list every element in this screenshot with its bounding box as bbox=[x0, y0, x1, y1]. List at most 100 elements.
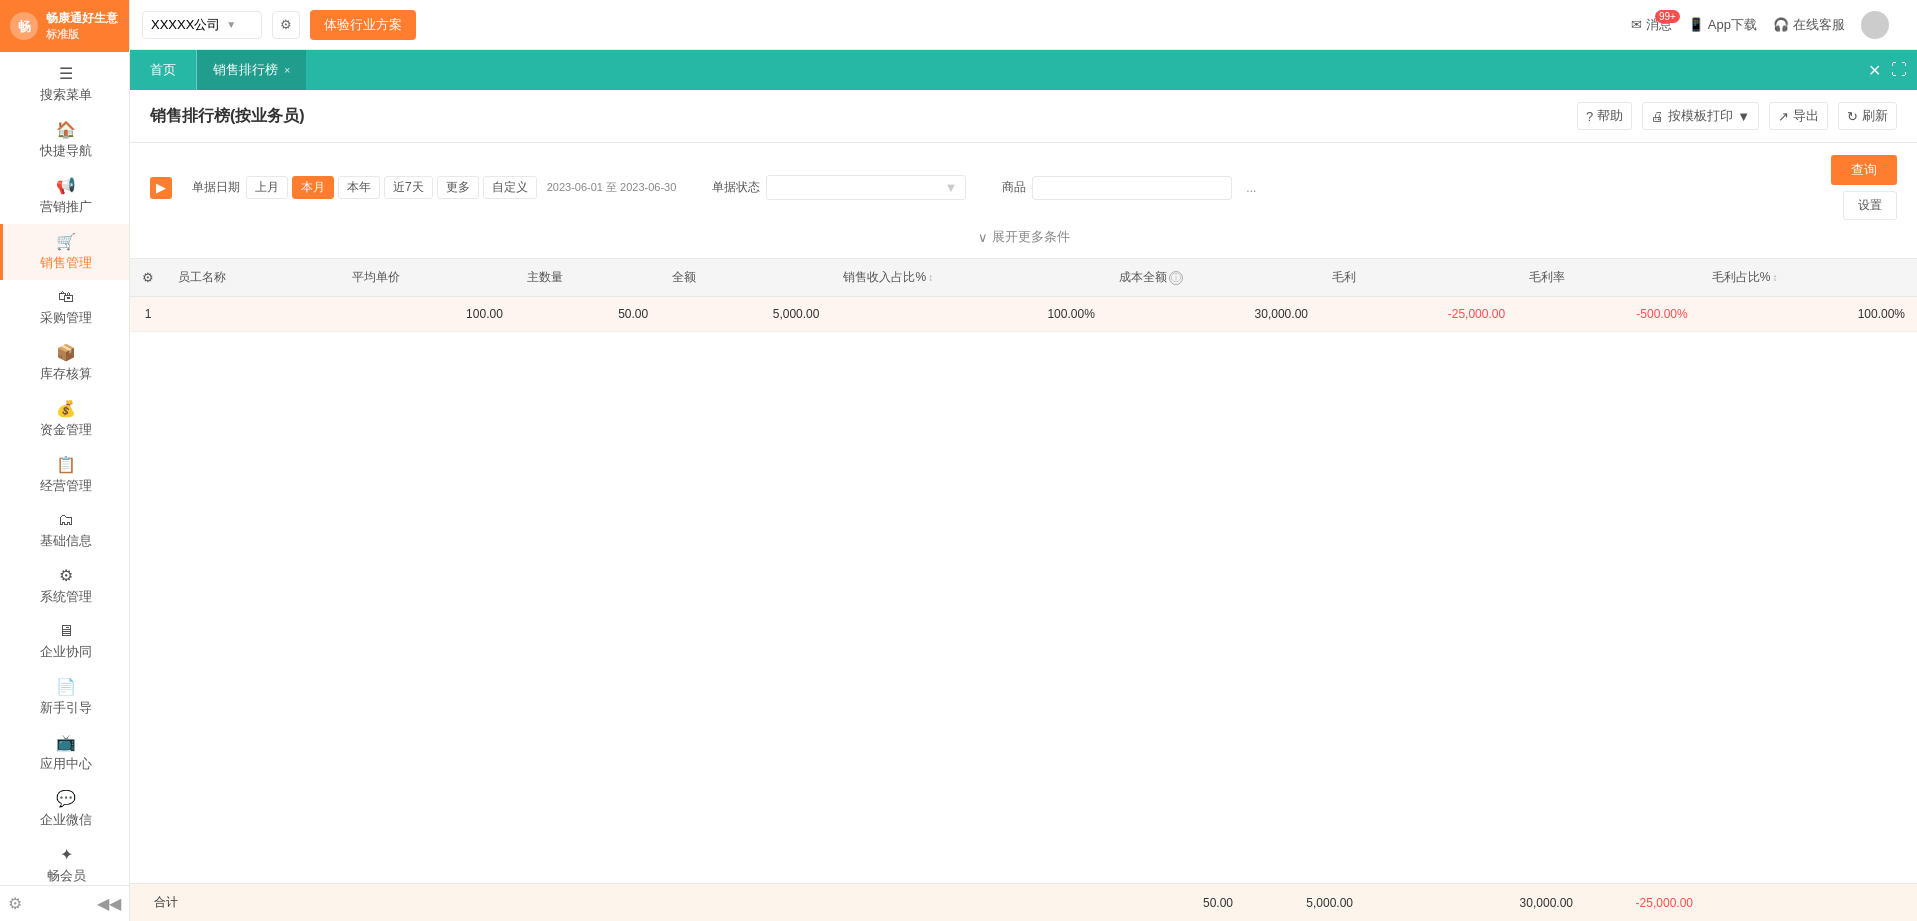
sidebar-item-label: 企业协同 bbox=[40, 643, 92, 661]
page-header: 销售排行榜(按业务员) ? 帮助 🖨 按模板打印 ▼ ↗ 导出 ↻ 刷新 bbox=[130, 90, 1917, 143]
date-btn-7days[interactable]: 近7天 bbox=[384, 176, 433, 199]
settings-gear-btn[interactable]: ⚙ bbox=[272, 11, 300, 39]
tabbar-right: ✕ ⛶ bbox=[1868, 61, 1917, 80]
cell-avg-price: 100.00 bbox=[340, 297, 514, 332]
goods-input[interactable] bbox=[1041, 181, 1223, 195]
sidebar-item-label: 采购管理 bbox=[40, 309, 92, 327]
content-area: 销售排行榜(按业务员) ? 帮助 🖨 按模板打印 ▼ ↗ 导出 ↻ 刷新 bbox=[130, 90, 1917, 921]
column-settings-icon[interactable]: ⚙ bbox=[142, 270, 154, 285]
export-icon: ↗ bbox=[1778, 109, 1789, 124]
logo-icon: 畅 bbox=[8, 10, 40, 42]
sidebar-item-label: 经营管理 bbox=[40, 477, 92, 495]
filter-bar: ▶ 单据日期 上月 本月 本年 近7天 更多 自定义 2023-06-01 至 … bbox=[130, 143, 1917, 259]
finance-icon: 💰 bbox=[56, 399, 76, 418]
cost-info-icon[interactable]: ⓘ bbox=[1169, 271, 1183, 285]
message-btn[interactable]: ✉ 消息 99+ bbox=[1631, 16, 1672, 34]
data-table: ⚙ 员工名称 平均单价 主数量 全额 销售收入占比%↕ 成本全额ⓘ 毛利 bbox=[130, 259, 1917, 332]
app-download-btn[interactable]: 📱 App下载 bbox=[1688, 16, 1757, 34]
sidebar-logo: 畅 畅康通好生意 标准版 bbox=[0, 0, 129, 52]
status-filter-label: 单据状态 bbox=[712, 179, 760, 196]
footer-gross: -25,000.00 bbox=[1585, 896, 1705, 910]
filter-expand-arrow[interactable]: ▶ bbox=[150, 177, 172, 199]
sidebar-item-sales[interactable]: 🛒 销售管理 bbox=[0, 224, 129, 280]
page-title: 销售排行榜(按业务员) bbox=[150, 106, 305, 127]
date-btn-more[interactable]: 更多 bbox=[437, 176, 479, 199]
expand-conditions-btn[interactable]: ∨ 展开更多条件 bbox=[978, 228, 1070, 246]
avatar[interactable] bbox=[1861, 11, 1889, 39]
cell-idx: 1 bbox=[130, 297, 166, 332]
sidebar-bottom: ⚙ ◀◀ bbox=[0, 885, 129, 921]
cell-sales-pct: 100.00% bbox=[831, 297, 1106, 332]
online-service-btn[interactable]: 🎧 在线客服 bbox=[1773, 16, 1845, 34]
print-button[interactable]: 🖨 按模板打印 ▼ bbox=[1642, 102, 1759, 130]
settings-bottom-btn[interactable]: ⚙ bbox=[8, 894, 22, 913]
chevron-down-icon: ▼ bbox=[226, 19, 236, 30]
tab-close-icon[interactable]: × bbox=[284, 64, 290, 76]
collapse-sidebar-btn[interactable]: ◀◀ bbox=[97, 894, 121, 913]
query-actions: 查询 设置 bbox=[1831, 155, 1897, 220]
sidebar-item-system[interactable]: ⚙ 系统管理 bbox=[0, 558, 129, 614]
mobile-icon: 📱 bbox=[1688, 17, 1704, 32]
sidebar-item-purchase[interactable]: 🛍 采购管理 bbox=[0, 280, 129, 335]
export-button[interactable]: ↗ 导出 bbox=[1769, 102, 1828, 130]
more-filters-btn[interactable]: ... bbox=[1246, 181, 1256, 195]
tab-home[interactable]: 首页 bbox=[130, 50, 197, 90]
tab-sales-ranking[interactable]: 销售排行榜 × bbox=[197, 50, 306, 90]
sidebar-item-marketing[interactable]: 📢 营销推广 bbox=[0, 168, 129, 224]
sidebar-item-apps[interactable]: 📺 应用中心 bbox=[0, 725, 129, 781]
service-label: 在线客服 bbox=[1793, 16, 1845, 34]
date-btn-this-year[interactable]: 本年 bbox=[338, 176, 380, 199]
sidebar-item-label: 搜索菜单 bbox=[40, 86, 92, 104]
sidebar-item-inventory[interactable]: 📦 库存核算 bbox=[0, 335, 129, 391]
sidebar-item-member[interactable]: ✦ 畅会员 bbox=[0, 837, 129, 885]
sidebar-item-finance[interactable]: 💰 资金管理 bbox=[0, 391, 129, 447]
sidebar-item-label: 销售管理 bbox=[40, 254, 92, 272]
sidebar-item-shortcut[interactable]: 🏠 快捷导航 bbox=[0, 112, 129, 168]
sidebar-item-label: 资金管理 bbox=[40, 421, 92, 439]
date-btn-last-month[interactable]: 上月 bbox=[246, 176, 288, 199]
col-avg-price: 平均单价 bbox=[340, 259, 514, 297]
goods-filter: 商品 ... bbox=[1002, 176, 1256, 200]
cell-qty: 50.00 bbox=[515, 297, 660, 332]
question-icon: ? bbox=[1586, 109, 1593, 124]
home-icon: 🏠 bbox=[56, 120, 76, 139]
help-button[interactable]: ? 帮助 bbox=[1577, 102, 1632, 130]
col-qty: 主数量 bbox=[515, 259, 660, 297]
sidebar-item-operation[interactable]: 📋 经营管理 bbox=[0, 447, 129, 503]
guide-icon: 📄 bbox=[56, 677, 76, 696]
col-gross-rate: 毛利率 bbox=[1517, 259, 1700, 297]
date-btn-this-month[interactable]: 本月 bbox=[292, 176, 334, 199]
sidebar-item-label: 营销推广 bbox=[40, 198, 92, 216]
sidebar-item-basic[interactable]: 🗂 基础信息 bbox=[0, 503, 129, 558]
sidebar-item-guide[interactable]: 📄 新手引导 bbox=[0, 669, 129, 725]
company-selector[interactable]: XXXXX公司 ▼ bbox=[142, 11, 262, 39]
svg-text:畅: 畅 bbox=[18, 19, 31, 34]
column-settings-button[interactable]: 设置 bbox=[1843, 191, 1897, 220]
sidebar-item-search[interactable]: ☰ 搜索菜单 bbox=[0, 56, 129, 112]
sidebar-item-wechat[interactable]: 💬 企业微信 bbox=[0, 781, 129, 837]
close-window-icon[interactable]: ✕ bbox=[1868, 61, 1881, 80]
sidebar-item-label: 基础信息 bbox=[40, 532, 92, 550]
date-range-text: 2023-06-01 至 2023-06-30 bbox=[547, 180, 677, 195]
query-button[interactable]: 查询 bbox=[1831, 155, 1897, 185]
headset-icon: 🎧 bbox=[1773, 17, 1789, 32]
expand-more-row: ∨ 展开更多条件 bbox=[150, 228, 1897, 246]
try-industry-button[interactable]: 体验行业方案 bbox=[310, 10, 416, 40]
date-buttons: 上月 本月 本年 近7天 更多 自定义 bbox=[246, 176, 537, 199]
col-cost: 成本全额ⓘ bbox=[1107, 259, 1320, 297]
sidebar-item-label: 系统管理 bbox=[40, 588, 92, 606]
status-select[interactable]: ▼ bbox=[766, 175, 966, 200]
date-btn-custom[interactable]: 自定义 bbox=[483, 176, 537, 199]
cell-gross-pct: 100.00% bbox=[1700, 297, 1917, 332]
goods-filter-label: 商品 bbox=[1002, 179, 1026, 196]
maximize-window-icon[interactable]: ⛶ bbox=[1891, 61, 1907, 79]
message-badge: 99+ bbox=[1655, 10, 1680, 23]
sidebar-item-label: 新手引导 bbox=[40, 699, 92, 717]
footer-amount: 5,000.00 bbox=[1245, 896, 1365, 910]
refresh-button[interactable]: ↻ 刷新 bbox=[1838, 102, 1897, 130]
sidebar-item-coop[interactable]: 🖥 企业协同 bbox=[0, 614, 129, 669]
cell-name bbox=[166, 297, 340, 332]
sidebar-item-label: 快捷导航 bbox=[40, 142, 92, 160]
table-header-row: ⚙ 员工名称 平均单价 主数量 全额 销售收入占比%↕ 成本全额ⓘ 毛利 bbox=[130, 259, 1917, 297]
cell-gross-rate: -500.00% bbox=[1517, 297, 1700, 332]
